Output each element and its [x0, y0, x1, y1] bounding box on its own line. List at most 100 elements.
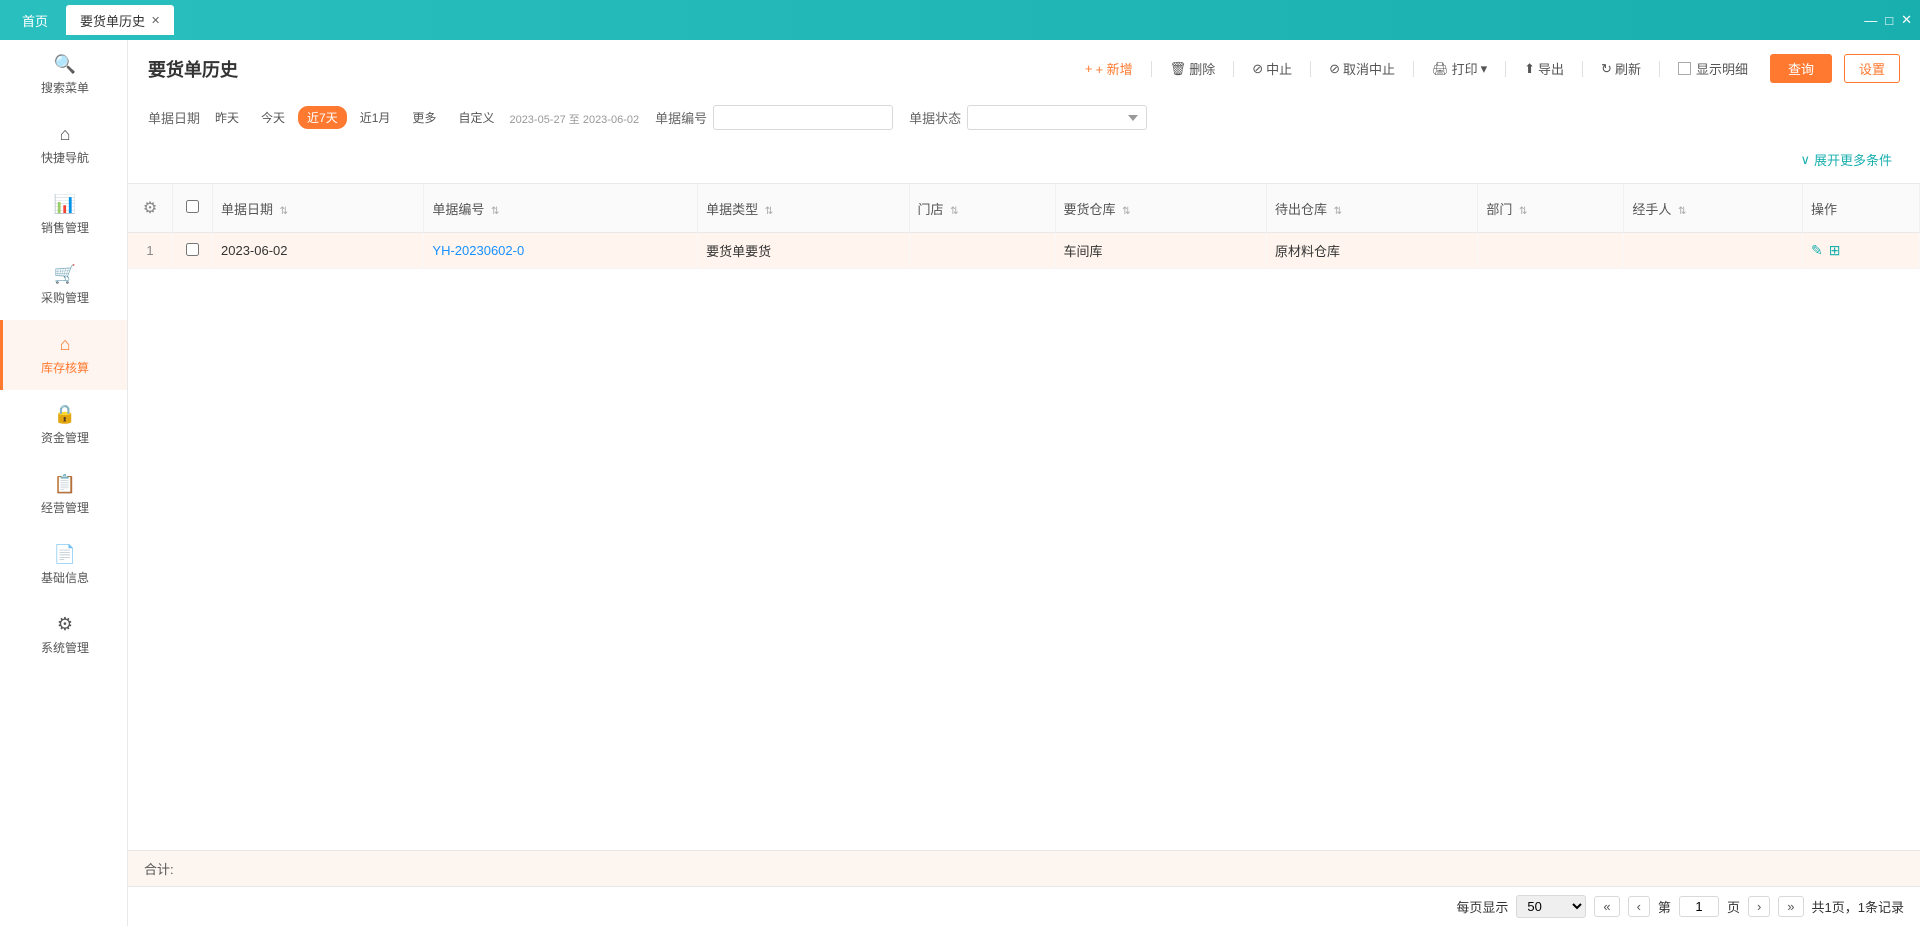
sort-icon-docno[interactable]: ⇅: [491, 206, 499, 217]
sys-mgmt-icon: ⚙: [57, 614, 73, 635]
tab-requisition-history[interactable]: 要货单历史 ✕: [66, 5, 174, 35]
settings-button[interactable]: 设置: [1844, 54, 1900, 83]
th-handler: 经手人 ⇅: [1624, 184, 1803, 233]
refresh-button[interactable]: ↻ 刷新: [1595, 55, 1647, 82]
date-filter-group: 单据日期 昨天 今天 近7天 近1月 更多 自定义 2023-05-27 至 2…: [148, 106, 639, 129]
date-btn-custom[interactable]: 自定义: [449, 106, 503, 129]
table-header-row: ⚙ 单据日期 ⇅ 单据编号 ⇅: [128, 184, 1920, 233]
close-button[interactable]: ✕: [1901, 12, 1912, 28]
status-filter-label: 单据状态: [909, 108, 961, 127]
sidebar-item-label: 基础信息: [41, 569, 89, 586]
docno-filter-input[interactable]: [713, 105, 893, 130]
th-settings: ⚙: [128, 184, 173, 233]
last-page-button[interactable]: »: [1778, 896, 1803, 917]
sort-icon-doctype[interactable]: ⇅: [765, 206, 773, 217]
sort-icon-req-warehouse[interactable]: ⇅: [1122, 206, 1130, 217]
table-footer: 合计:: [128, 850, 1920, 886]
sidebar-item-sales-mgmt[interactable]: 📊 销售管理: [0, 180, 127, 250]
expand-more-button[interactable]: ∨ 展开更多条件: [1792, 146, 1900, 173]
purchase-mgmt-icon: 🛒: [54, 264, 76, 285]
sidebar-item-basic-info[interactable]: 📄 基础信息: [0, 530, 127, 600]
show-detail-button[interactable]: 显示明细: [1672, 55, 1754, 82]
cancel-stop-button[interactable]: ⊘ 取消中止: [1323, 55, 1401, 82]
delete-button[interactable]: 🗑 删除: [1164, 55, 1222, 82]
row-dept: [1478, 233, 1624, 269]
page-suffix: 页: [1727, 897, 1740, 916]
per-page-select[interactable]: 20 50 100: [1516, 895, 1586, 918]
quick-nav-icon: ⌂: [60, 124, 71, 145]
column-settings-icon[interactable]: ⚙: [136, 194, 164, 222]
tab-close-icon[interactable]: ✕: [151, 14, 160, 27]
sort-icon-dept[interactable]: ⇅: [1519, 206, 1527, 217]
minimize-button[interactable]: —: [1864, 13, 1877, 28]
row-actions: ✎ ⊞: [1803, 233, 1920, 269]
table-wrapper[interactable]: ⚙ 单据日期 ⇅ 单据编号 ⇅: [128, 184, 1920, 850]
row-docno-link[interactable]: YH-20230602-0: [432, 243, 524, 258]
cancel-stop-icon: ⊘: [1329, 61, 1340, 77]
sidebar-item-purchase-mgmt[interactable]: 🛒 采购管理: [0, 250, 127, 320]
sidebar-item-label: 库存核算: [41, 359, 89, 376]
row-doctype: 要货单要货: [698, 233, 909, 269]
row-checkbox[interactable]: [186, 243, 199, 256]
sidebar-item-label: 资金管理: [41, 429, 89, 446]
inventory-icon: ⌂: [60, 334, 71, 355]
next-page-button[interactable]: ›: [1748, 896, 1770, 917]
new-icon: +: [1085, 61, 1093, 76]
new-button[interactable]: + + 新增: [1079, 55, 1139, 82]
select-all-checkbox[interactable]: [186, 200, 199, 213]
basic-info-icon: 📄: [54, 544, 76, 565]
row-num: 1: [128, 233, 173, 269]
expand-more-row: ∨ 展开更多条件: [148, 140, 1900, 183]
page-input[interactable]: [1679, 896, 1719, 917]
stop-icon: ⊘: [1252, 61, 1263, 77]
th-doctype: 单据类型 ⇅: [698, 184, 909, 233]
stop-button[interactable]: ⊘ 中止: [1246, 55, 1298, 82]
date-btn-more[interactable]: 更多: [403, 106, 445, 129]
toolbar-divider-3: [1310, 61, 1311, 77]
print-icon: 🖨: [1432, 61, 1449, 77]
toolbar: + + 新增 🗑 删除 ⊘ 中止 ⊘: [1079, 54, 1900, 83]
date-btn-today[interactable]: 今天: [252, 106, 294, 129]
sort-icon-store[interactable]: ⇅: [950, 206, 958, 217]
finance-mgmt-icon: 🔒: [54, 404, 76, 425]
tab-home[interactable]: 首页: [8, 5, 62, 35]
toolbar-divider-6: [1582, 61, 1583, 77]
print-button[interactable]: 🖨 打印 ▾: [1426, 55, 1493, 82]
page-header: 要货单历史 + + 新增 🗑 删除 ⊘ 中止: [128, 40, 1920, 184]
sidebar-item-label: 经营管理: [41, 499, 89, 516]
sort-icon-pending-warehouse[interactable]: ⇅: [1334, 206, 1342, 217]
date-btn-1month[interactable]: 近1月: [351, 106, 400, 129]
export-button[interactable]: ⬆ 导出: [1518, 55, 1570, 82]
sidebar-item-search-menu[interactable]: 🔍 搜索菜单: [0, 40, 127, 110]
delete-row-icon[interactable]: ⊞: [1829, 242, 1841, 259]
per-page-label: 每页显示: [1456, 897, 1508, 916]
sort-icon-handler[interactable]: ⇅: [1678, 206, 1686, 217]
sort-icon-date[interactable]: ⇅: [280, 206, 288, 217]
sidebar-item-sys-mgmt[interactable]: ⚙ 系统管理: [0, 600, 127, 670]
sidebar-item-inventory[interactable]: ⌂ 库存核算: [0, 320, 127, 390]
sales-mgmt-icon: 📊: [54, 194, 76, 215]
th-pending-warehouse: 待出仓库 ⇅: [1266, 184, 1477, 233]
table-row: 1 2023-06-02 YH-20230602-0: [128, 233, 1920, 269]
docno-filter-label: 单据编号: [655, 108, 707, 127]
date-btn-7days[interactable]: 近7天: [298, 106, 347, 129]
sidebar-item-finance-mgmt[interactable]: 🔒 资金管理: [0, 390, 127, 460]
status-filter-select[interactable]: [967, 105, 1147, 130]
sum-label: 合计:: [144, 862, 174, 877]
row-pending-warehouse: 原材料仓库: [1266, 233, 1477, 269]
query-button[interactable]: 查询: [1770, 54, 1832, 83]
date-filter-label: 单据日期: [148, 108, 200, 127]
first-page-button[interactable]: «: [1594, 896, 1619, 917]
maximize-button[interactable]: □: [1885, 13, 1893, 28]
row-docno: YH-20230602-0: [424, 233, 698, 269]
action-icons: ✎ ⊞: [1811, 242, 1911, 259]
sidebar-item-ops-mgmt[interactable]: 📋 经营管理: [0, 460, 127, 530]
show-detail-checkbox: [1678, 62, 1691, 75]
sidebar-item-label: 搜索菜单: [41, 79, 89, 96]
sidebar-item-quick-nav[interactable]: ⌂ 快捷导航: [0, 110, 127, 180]
sidebar-item-label: 快捷导航: [41, 149, 89, 166]
sidebar: 🔍 搜索菜单 ⌂ 快捷导航 📊 销售管理 🛒 采购管理 ⌂ 库存核算 🔒 资金管…: [0, 40, 128, 926]
prev-page-button[interactable]: ‹: [1628, 896, 1650, 917]
edit-icon[interactable]: ✎: [1811, 242, 1823, 259]
date-btn-yesterday[interactable]: 昨天: [206, 106, 248, 129]
